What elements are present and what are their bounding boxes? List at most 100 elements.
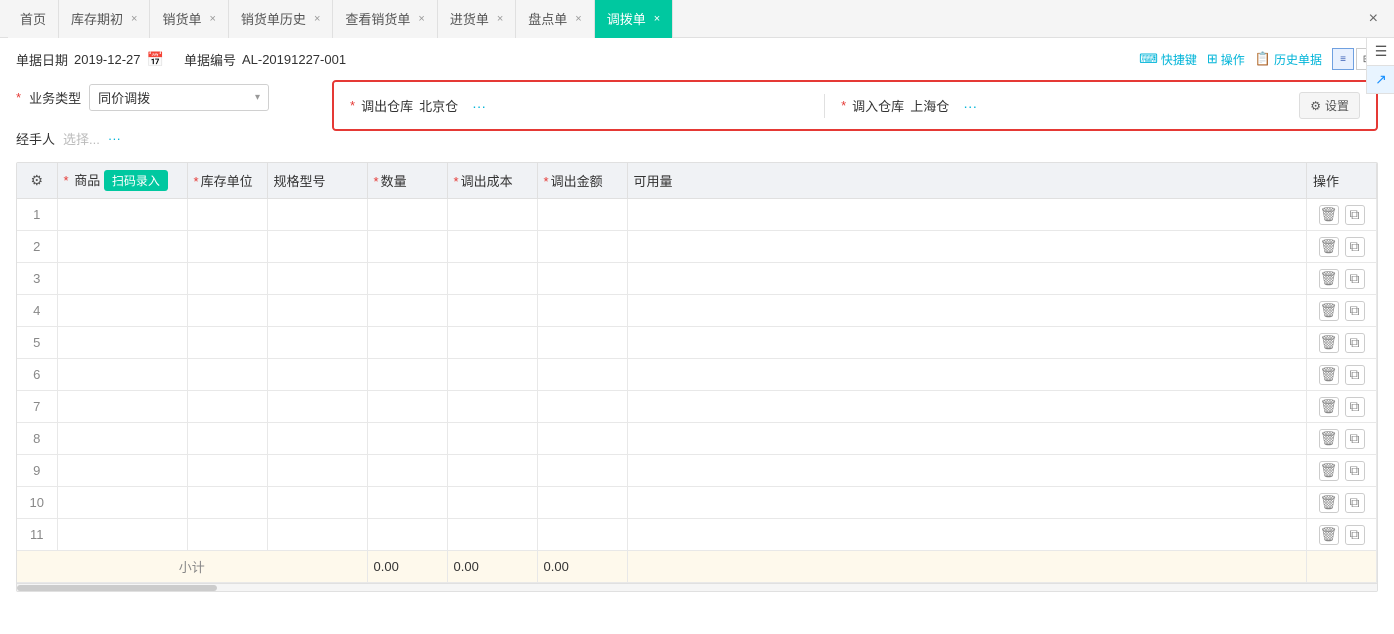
- scan-entry-button[interactable]: 扫码录入: [104, 170, 168, 191]
- handler-placeholder[interactable]: 选择...: [63, 129, 100, 148]
- row-qty[interactable]: [367, 455, 447, 487]
- row-spec[interactable]: [267, 359, 367, 391]
- tab-transfer-order-close[interactable]: ×: [654, 13, 660, 25]
- row-amount[interactable]: [537, 487, 627, 519]
- row-goods[interactable]: [57, 519, 187, 551]
- tab-view-sales[interactable]: 查看销货单 ×: [333, 0, 437, 38]
- row-amount[interactable]: [537, 391, 627, 423]
- row-qty[interactable]: [367, 359, 447, 391]
- calendar-icon[interactable]: 📅: [147, 51, 164, 68]
- tab-sales-order-close[interactable]: ×: [209, 13, 215, 25]
- operations-button[interactable]: ⊞ 操作: [1207, 51, 1245, 68]
- delete-icon[interactable]: 🗑: [1319, 205, 1339, 225]
- history-button[interactable]: 📋 历史单据: [1255, 51, 1322, 68]
- delete-icon[interactable]: 🗑: [1319, 493, 1339, 513]
- delete-icon[interactable]: 🗑: [1319, 461, 1339, 481]
- row-goods[interactable]: [57, 199, 187, 231]
- row-unit[interactable]: [187, 423, 267, 455]
- tab-purchase-order[interactable]: 进货单 ×: [438, 0, 516, 38]
- layout-btn-list[interactable]: ≡: [1332, 48, 1354, 70]
- row-amount[interactable]: [537, 231, 627, 263]
- row-spec[interactable]: [267, 263, 367, 295]
- row-amount[interactable]: [537, 263, 627, 295]
- tab-home[interactable]: 首页: [8, 0, 59, 38]
- row-unit[interactable]: [187, 231, 267, 263]
- row-amount[interactable]: [537, 327, 627, 359]
- scroll-thumb[interactable]: [17, 585, 217, 591]
- row-qty[interactable]: [367, 487, 447, 519]
- copy-icon[interactable]: ⧉: [1345, 525, 1365, 545]
- row-unit[interactable]: [187, 327, 267, 359]
- row-qty[interactable]: [367, 199, 447, 231]
- row-goods[interactable]: [57, 295, 187, 327]
- row-amount[interactable]: [537, 455, 627, 487]
- row-cost[interactable]: [447, 327, 537, 359]
- row-unit[interactable]: [187, 519, 267, 551]
- row-cost[interactable]: [447, 263, 537, 295]
- close-window-button[interactable]: ×: [1361, 10, 1386, 28]
- copy-icon[interactable]: ⧉: [1345, 333, 1365, 353]
- right-tool-expand-button[interactable]: ↗: [1367, 66, 1394, 94]
- row-available[interactable]: [627, 455, 1307, 487]
- row-spec[interactable]: [267, 199, 367, 231]
- row-available[interactable]: [627, 391, 1307, 423]
- row-unit[interactable]: [187, 487, 267, 519]
- delete-icon[interactable]: 🗑: [1319, 269, 1339, 289]
- row-available[interactable]: [627, 231, 1307, 263]
- row-cost[interactable]: [447, 423, 537, 455]
- row-qty[interactable]: [367, 263, 447, 295]
- row-cost[interactable]: [447, 295, 537, 327]
- row-spec[interactable]: [267, 519, 367, 551]
- row-available[interactable]: [627, 199, 1307, 231]
- tab-inventory-init[interactable]: 库存期初 ×: [59, 0, 150, 38]
- row-spec[interactable]: [267, 487, 367, 519]
- row-unit[interactable]: [187, 263, 267, 295]
- row-goods[interactable]: [57, 391, 187, 423]
- row-spec[interactable]: [267, 327, 367, 359]
- tab-inventory-check-close[interactable]: ×: [575, 13, 581, 25]
- row-goods[interactable]: [57, 455, 187, 487]
- row-goods[interactable]: [57, 423, 187, 455]
- row-goods[interactable]: [57, 359, 187, 391]
- copy-icon[interactable]: ⧉: [1345, 429, 1365, 449]
- row-available[interactable]: [627, 359, 1307, 391]
- row-spec[interactable]: [267, 295, 367, 327]
- row-cost[interactable]: [447, 519, 537, 551]
- delete-icon[interactable]: 🗑: [1319, 365, 1339, 385]
- row-qty[interactable]: [367, 423, 447, 455]
- copy-icon[interactable]: ⧉: [1345, 493, 1365, 513]
- copy-icon[interactable]: ⧉: [1345, 397, 1365, 417]
- row-available[interactable]: [627, 487, 1307, 519]
- row-goods[interactable]: [57, 263, 187, 295]
- delete-icon[interactable]: 🗑: [1319, 397, 1339, 417]
- row-available[interactable]: [627, 519, 1307, 551]
- row-unit[interactable]: [187, 295, 267, 327]
- shortcuts-button[interactable]: ⌨ 快捷键: [1139, 51, 1197, 68]
- copy-icon[interactable]: ⧉: [1345, 269, 1365, 289]
- row-unit[interactable]: [187, 199, 267, 231]
- row-goods[interactable]: [57, 327, 187, 359]
- tab-transfer-order[interactable]: 调拨单 ×: [595, 0, 673, 38]
- tab-purchase-order-close[interactable]: ×: [497, 13, 503, 25]
- delete-icon[interactable]: 🗑: [1319, 301, 1339, 321]
- table-gear-icon[interactable]: ⚙: [30, 172, 43, 188]
- row-cost[interactable]: [447, 455, 537, 487]
- row-qty[interactable]: [367, 519, 447, 551]
- row-qty[interactable]: [367, 391, 447, 423]
- row-spec[interactable]: [267, 455, 367, 487]
- source-warehouse-more-button[interactable]: ···: [472, 98, 486, 114]
- row-cost[interactable]: [447, 359, 537, 391]
- tab-sales-order[interactable]: 销货单 ×: [150, 0, 228, 38]
- row-amount[interactable]: [537, 359, 627, 391]
- row-available[interactable]: [627, 295, 1307, 327]
- row-spec[interactable]: [267, 391, 367, 423]
- row-cost[interactable]: [447, 231, 537, 263]
- delete-icon[interactable]: 🗑: [1319, 525, 1339, 545]
- row-amount[interactable]: [537, 423, 627, 455]
- row-spec[interactable]: [267, 423, 367, 455]
- row-unit[interactable]: [187, 455, 267, 487]
- row-unit[interactable]: [187, 359, 267, 391]
- tab-sales-history-close[interactable]: ×: [314, 13, 320, 25]
- row-goods[interactable]: [57, 487, 187, 519]
- row-qty[interactable]: [367, 295, 447, 327]
